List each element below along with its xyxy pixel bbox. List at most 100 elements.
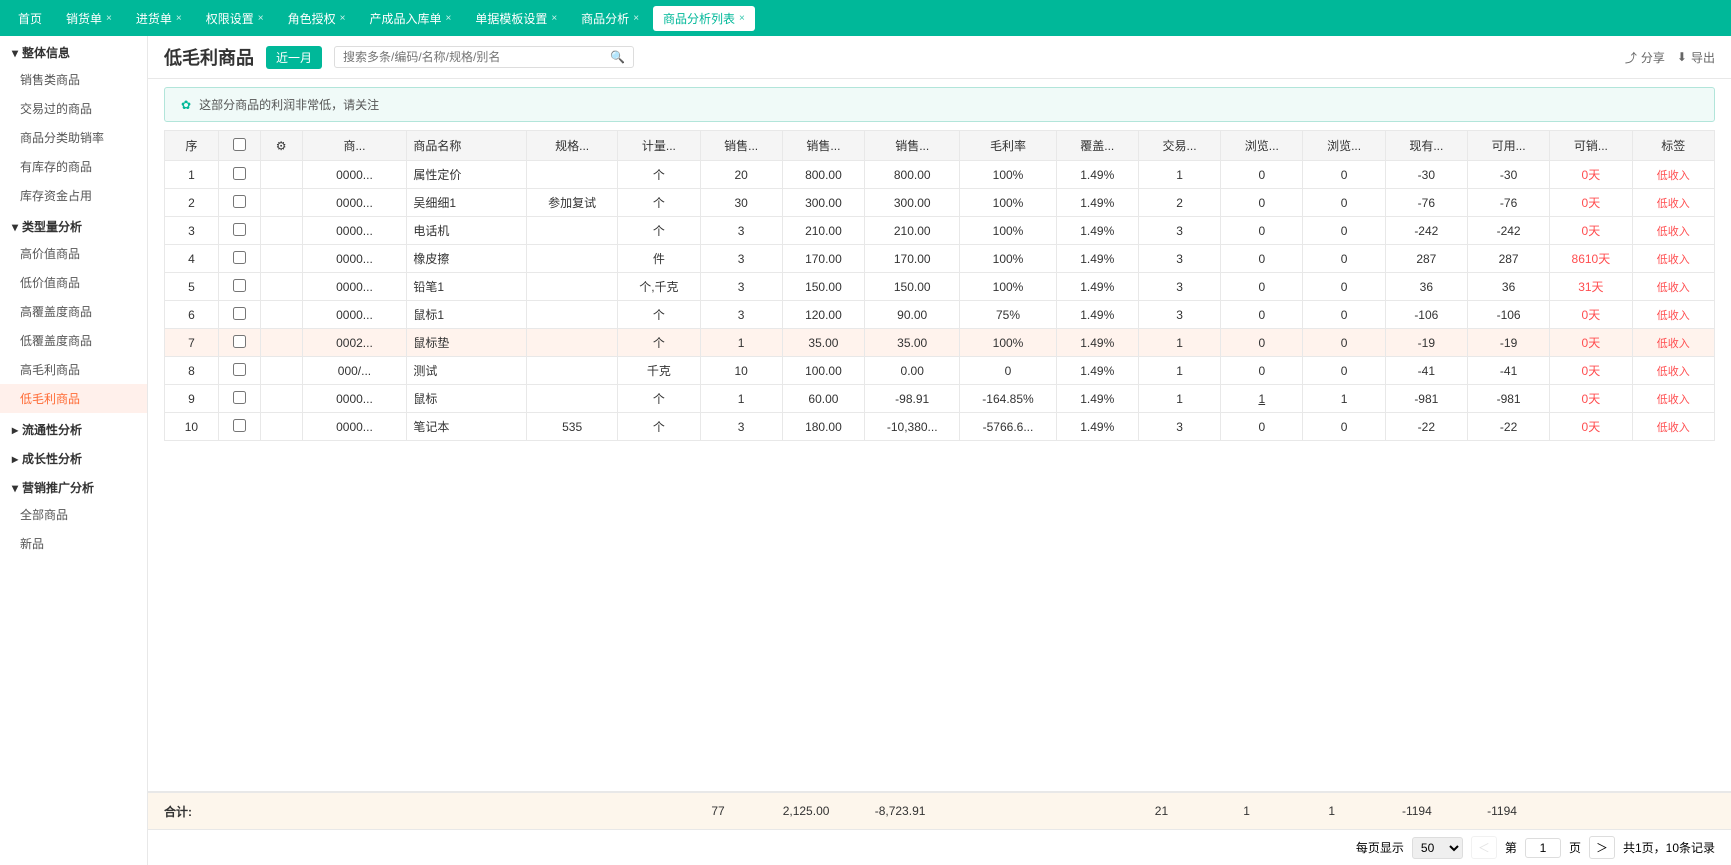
pagination-bar: 每页显示 50 100 200 ＜ 第 页 ＞ 共1页，10条记录 (148, 829, 1731, 865)
cell-check[interactable] (218, 413, 260, 441)
close-icon[interactable]: × (106, 13, 112, 24)
col-header-settings[interactable]: ⚙ (260, 131, 302, 161)
row-checkbox[interactable] (233, 167, 246, 180)
sidebar-group-type-analysis[interactable]: ▾ 类型量分析 (0, 210, 147, 239)
cell-stock1: -242 (1385, 217, 1467, 245)
cell-check[interactable] (218, 301, 260, 329)
select-all-checkbox[interactable] (233, 138, 246, 151)
cell-view1[interactable]: 1 (1221, 385, 1303, 413)
footer-view2: 1 (1289, 799, 1374, 823)
nav-sales-order[interactable]: 销货单 × (56, 6, 122, 31)
nav-home[interactable]: 首页 (8, 6, 52, 31)
sidebar-item-traded-products[interactable]: 交易过的商品 (0, 94, 147, 123)
col-header-check[interactable] (218, 131, 260, 161)
row-checkbox[interactable] (233, 279, 246, 292)
nav-product-inbound[interactable]: 产成品入库单 × (359, 6, 461, 31)
export-button[interactable]: ⬇ 导出 (1677, 49, 1715, 66)
cell-name: 铅笔1 (407, 273, 527, 301)
sidebar-group-growth-analysis[interactable]: ▸ 成长性分析 (0, 442, 147, 471)
sidebar-item-sales-products[interactable]: 销售类商品 (0, 65, 147, 94)
cell-check[interactable] (218, 329, 260, 357)
sidebar-item-new-products[interactable]: 新品 (0, 529, 147, 558)
row-checkbox[interactable] (233, 363, 246, 376)
row-checkbox[interactable] (233, 307, 246, 320)
close-icon[interactable]: × (176, 13, 182, 24)
search-icon[interactable]: 🔍 (610, 50, 625, 64)
row-checkbox[interactable] (233, 419, 246, 432)
nav-template-settings[interactable]: 单据模板设置 × (465, 6, 567, 31)
cell-view1: 0 (1221, 217, 1303, 245)
sidebar-item-category-sales-rate[interactable]: 商品分类助销率 (0, 123, 147, 152)
sidebar: ▾ 整体信息 销售类商品 交易过的商品 商品分类助销率 有库存的商品 库存资金占… (0, 36, 148, 865)
row-checkbox[interactable] (233, 335, 246, 348)
cell-cover: 1.49% (1056, 329, 1138, 357)
nav-product-analysis-list[interactable]: 商品分析列表 × (653, 6, 755, 31)
cell-s2: 170.00 (782, 245, 864, 273)
cell-stock3: 0天 (1550, 357, 1632, 385)
cell-stock1: -76 (1385, 189, 1467, 217)
row-checkbox[interactable] (233, 251, 246, 264)
page-number-input[interactable] (1525, 838, 1561, 858)
cell-settings (260, 273, 302, 301)
filter-button[interactable]: 近一月 (266, 46, 322, 69)
next-page-button[interactable]: ＞ (1589, 836, 1615, 859)
table-header-row: 序 ⚙ 商... 商品名称 规格... 计量... 销售... 销售... 销售… (165, 131, 1715, 161)
cell-check[interactable] (218, 357, 260, 385)
footer-trade: 21 (1119, 799, 1204, 823)
close-icon[interactable]: × (739, 13, 745, 24)
sidebar-group-flow-analysis[interactable]: ▸ 流通性分析 (0, 413, 147, 442)
row-checkbox[interactable] (233, 223, 246, 236)
cell-check[interactable] (218, 273, 260, 301)
cell-s3: -10,380... (865, 413, 960, 441)
cell-name: 鼠标 (407, 385, 527, 413)
header-actions: ⤴ 分享 ⬇ 导出 (1625, 49, 1715, 66)
nav-role-auth[interactable]: 角色授权 × (278, 6, 356, 31)
cell-name: 鼠标垫 (407, 329, 527, 357)
cell-check[interactable] (218, 189, 260, 217)
search-input[interactable] (343, 50, 610, 64)
page-size-select[interactable]: 50 100 200 (1412, 837, 1463, 859)
cell-stock2: -242 (1467, 217, 1549, 245)
cell-stock3: 0天 (1550, 301, 1632, 329)
prev-page-button[interactable]: ＜ (1471, 836, 1497, 859)
close-icon[interactable]: × (551, 13, 557, 24)
cell-s3: 0.00 (865, 357, 960, 385)
sidebar-item-high-value[interactable]: 高价值商品 (0, 239, 147, 268)
sidebar-item-high-margin[interactable]: 高毛利商品 (0, 355, 147, 384)
cell-check[interactable] (218, 245, 260, 273)
sidebar-group-overview[interactable]: ▾ 整体信息 (0, 36, 147, 65)
sidebar-group-marketing-analysis[interactable]: ▾ 营销推广分析 (0, 471, 147, 500)
sidebar-item-low-margin[interactable]: 低毛利商品 (0, 384, 147, 413)
sidebar-item-capital-occupation[interactable]: 库存资金占用 (0, 181, 147, 210)
cell-check[interactable] (218, 385, 260, 413)
sidebar-item-all-products[interactable]: 全部商品 (0, 500, 147, 529)
cell-s1: 3 (700, 413, 782, 441)
close-icon[interactable]: × (445, 13, 451, 24)
share-button[interactable]: ⤴ 分享 (1625, 49, 1665, 66)
sidebar-item-low-coverage[interactable]: 低覆盖度商品 (0, 326, 147, 355)
sidebar-item-low-value[interactable]: 低价值商品 (0, 268, 147, 297)
cell-tag: 低收入 (1632, 161, 1715, 189)
sidebar-item-in-stock-products[interactable]: 有库存的商品 (0, 152, 147, 181)
data-table: 序 ⚙ 商... 商品名称 规格... 计量... 销售... 销售... 销售… (164, 130, 1715, 441)
cell-cover: 1.49% (1056, 301, 1138, 329)
cell-check[interactable] (218, 217, 260, 245)
nav-permissions[interactable]: 权限设置 × (196, 6, 274, 31)
nav-purchase-order[interactable]: 进货单 × (126, 6, 192, 31)
row-checkbox[interactable] (233, 391, 246, 404)
cell-s1: 10 (700, 357, 782, 385)
cell-idx: 6 (165, 301, 219, 329)
table-row: 4 0000... 橡皮擦 件 3 170.00 170.00 100% 1.4… (165, 245, 1715, 273)
cell-spec (526, 329, 617, 357)
close-icon[interactable]: × (340, 13, 346, 24)
cell-check[interactable] (218, 161, 260, 189)
close-icon[interactable]: × (633, 13, 639, 24)
row-checkbox[interactable] (233, 195, 246, 208)
sidebar-item-high-coverage[interactable]: 高覆盖度商品 (0, 297, 147, 326)
cell-gross: 75% (960, 301, 1056, 329)
cell-stock3: 0天 (1550, 329, 1632, 357)
cell-stock1: 36 (1385, 273, 1467, 301)
nav-product-analysis[interactable]: 商品分析 × (571, 6, 649, 31)
cell-idx: 1 (165, 161, 219, 189)
close-icon[interactable]: × (258, 13, 264, 24)
